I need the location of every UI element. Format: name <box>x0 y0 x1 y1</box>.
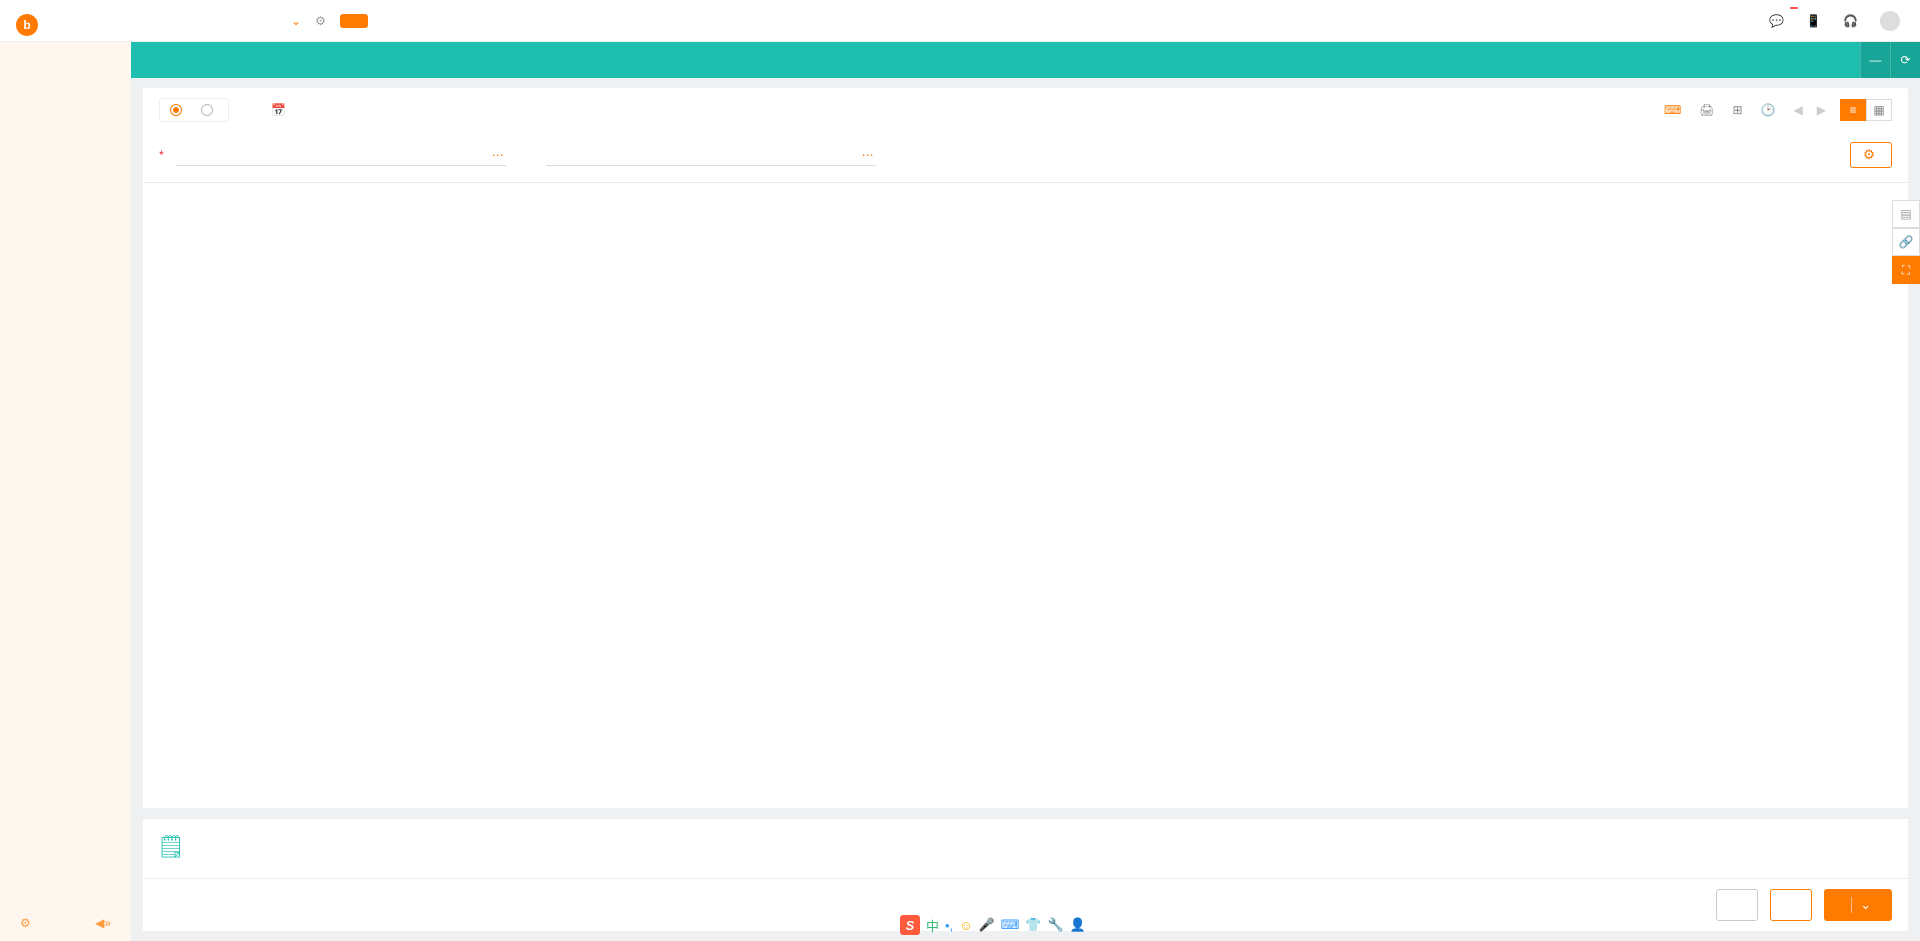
discard-button[interactable] <box>1716 889 1758 921</box>
ime-bar: S 中 •, ☺ 🎤 ⌨ 👕 🔧 👤 <box>900 915 1086 935</box>
print-icon: 🖨 <box>1699 103 1714 117</box>
trial-button[interactable] <box>340 14 368 28</box>
next-icon[interactable]: ▶ <box>1817 103 1826 117</box>
history-link[interactable]: 🕑 <box>1761 103 1780 117</box>
view-card[interactable]: ▦ <box>1866 99 1892 121</box>
chevron-down-icon[interactable]: ⌄ <box>1851 897 1871 913</box>
dock-item-3[interactable]: ⛶ <box>1892 256 1920 284</box>
dock-item-1[interactable]: ▤ <box>1892 200 1920 228</box>
product-table <box>143 182 1908 808</box>
document-toolbar: 📅 ⌨ 🖨 ⊞ 🕑 ◀ ▶ ≡ ▦ <box>143 88 1908 132</box>
messages-link[interactable]: 💬 <box>1769 14 1788 28</box>
operate-link[interactable]: ⊞ <box>1733 103 1747 117</box>
ime-tool[interactable]: 🔧 <box>1048 917 1064 933</box>
handler-select[interactable]: ⋯ <box>546 145 876 166</box>
grid-icon: ⊞ <box>1733 103 1743 117</box>
gear-icon[interactable]: ⚙ <box>20 916 31 930</box>
calendar-icon[interactable]: 📅 <box>271 103 286 117</box>
dock-item-2[interactable]: 🔗 <box>1892 228 1920 256</box>
ime-mic[interactable]: 🎤 <box>978 917 994 933</box>
category-select[interactable]: ⌄ <box>151 14 301 28</box>
ime-lang[interactable]: 中 <box>926 916 939 935</box>
headset-icon: 🎧 <box>1843 14 1858 28</box>
messages-badge <box>1790 7 1798 9</box>
chevron-down-icon: ⌄ <box>291 14 301 28</box>
sidebar-footer: ⚙ ◀» <box>0 905 131 941</box>
avatar <box>1880 11 1900 31</box>
tab-refresh[interactable]: ⟳ <box>1890 42 1920 78</box>
logo: b <box>16 14 131 28</box>
user-menu[interactable] <box>1880 11 1904 31</box>
topbar: b ⌄ ⚙ 💬 📱 🎧 <box>0 0 1920 42</box>
ellipsis-icon[interactable]: ⋯ <box>492 148 506 162</box>
ime-kbd[interactable]: ⌨ <box>1001 917 1020 933</box>
download-link[interactable]: 📱 <box>1806 14 1825 28</box>
gear-icon[interactable]: ⚙ <box>315 14 326 28</box>
collapse-icon[interactable]: ◀» <box>95 916 111 930</box>
radio-product-out[interactable] <box>201 104 218 116</box>
draft-button[interactable] <box>1770 889 1812 921</box>
ime-skin[interactable]: 👕 <box>1025 917 1041 933</box>
radio-off-icon <box>201 104 213 116</box>
history-icon: 🕑 <box>1761 103 1776 117</box>
gear-icon: ⚙ <box>1863 147 1875 163</box>
radio-on-icon <box>170 104 182 116</box>
print-link[interactable]: 🖨 <box>1699 103 1718 117</box>
remark-input[interactable] <box>199 833 1894 864</box>
ellipsis-icon[interactable]: ⋯ <box>862 148 876 162</box>
phone-icon: 📱 <box>1806 14 1821 28</box>
ime-dot[interactable]: •, <box>945 918 953 933</box>
chat-icon: 💬 <box>1769 14 1784 28</box>
right-dock: ▤ 🔗 ⛶ <box>1892 200 1920 284</box>
keyboard-icon: ⌨ <box>1664 103 1681 117</box>
ime-user[interactable]: 👤 <box>1070 917 1086 933</box>
remark-section: 🗒 <box>143 818 1908 878</box>
view-list[interactable]: ≡ <box>1840 99 1866 121</box>
form-row: * ⋯ ⋯ ⚙ <box>143 132 1908 182</box>
radio-product-in[interactable] <box>170 104 187 116</box>
sidebar: ⚙ ◀» <box>0 42 131 941</box>
prev-icon[interactable]: ◀ <box>1794 103 1803 117</box>
tab-bar: — ⟳ <box>131 42 1920 78</box>
sogou-icon: S <box>900 915 920 935</box>
ime-smile[interactable]: ☺ <box>959 918 972 933</box>
warehouse-select[interactable]: ⋯ <box>176 145 506 166</box>
save-button[interactable]: ⌄ <box>1824 889 1892 921</box>
tab-minimize[interactable]: — <box>1860 42 1890 78</box>
brand-icon: b <box>16 14 38 36</box>
warehouse-label: * <box>159 148 166 162</box>
hotkey-link[interactable]: ⌨ <box>1664 103 1685 117</box>
support-link[interactable]: 🎧 <box>1843 14 1862 28</box>
settings-button[interactable]: ⚙ <box>1850 142 1892 168</box>
note-icon: 🗒 <box>157 834 185 860</box>
doc-type-group <box>159 98 229 122</box>
